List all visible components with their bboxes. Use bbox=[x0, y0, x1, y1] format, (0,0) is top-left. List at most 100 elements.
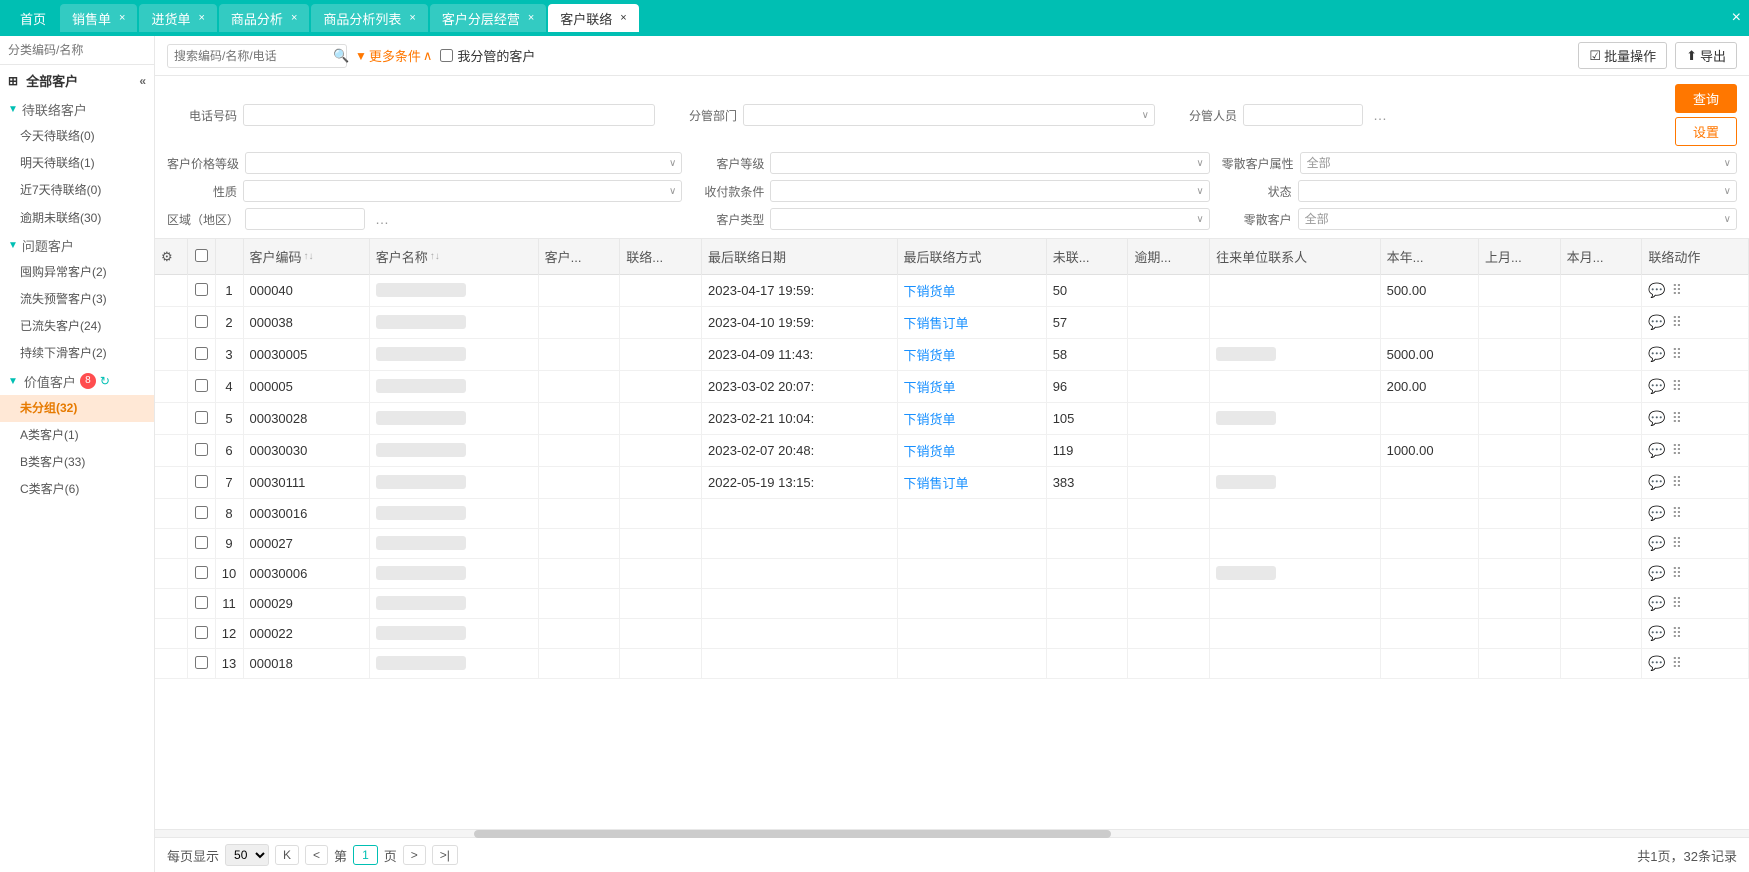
sidebar-item-7day-pending[interactable]: 近7天待联络(0) bbox=[0, 177, 154, 204]
filter-status-select[interactable] bbox=[1298, 180, 1737, 202]
sidebar-item-b-class[interactable]: B类客户(33) bbox=[0, 449, 154, 476]
filter-customer-level-select[interactable] bbox=[770, 152, 1209, 174]
scrollbar-thumb[interactable] bbox=[474, 830, 1112, 838]
tab-goods-analysis[interactable]: 商品分析 × bbox=[219, 4, 309, 32]
last-method-link[interactable]: 下销货单 bbox=[904, 412, 956, 427]
prev-page-button[interactable]: < bbox=[305, 845, 328, 865]
row-checkbox[interactable] bbox=[195, 536, 208, 549]
sidebar-search-input[interactable] bbox=[8, 43, 155, 57]
filter-retail-customer-select[interactable]: 全部 bbox=[1298, 208, 1737, 230]
phone-action-icon[interactable]: 💬 bbox=[1648, 655, 1665, 672]
more-action-icon[interactable]: ⠿ bbox=[1672, 314, 1682, 331]
tab-purchase[interactable]: 进货单 × bbox=[139, 4, 216, 32]
code-sort[interactable]: 客户编码 ↑↓ bbox=[250, 247, 363, 266]
filter-staff-input[interactable] bbox=[1243, 104, 1363, 126]
row-checkbox[interactable] bbox=[195, 443, 208, 456]
sidebar-item-overdue-pending[interactable]: 逾期未联络(30) bbox=[0, 205, 154, 232]
phone-action-icon[interactable]: 💬 bbox=[1648, 442, 1665, 459]
tab-customer-tier-close[interactable]: × bbox=[528, 12, 534, 24]
row-checkbox[interactable] bbox=[195, 656, 208, 669]
filter-staff-more-icon[interactable]: … bbox=[1369, 107, 1391, 123]
more-action-icon[interactable]: ⠿ bbox=[1672, 595, 1682, 612]
filter-phone-input[interactable] bbox=[243, 104, 655, 126]
filter-retail-attr-select[interactable]: 全部 bbox=[1300, 152, 1737, 174]
sidebar-item-today-pending[interactable]: 今天待联络(0) bbox=[0, 123, 154, 150]
row-checkbox[interactable] bbox=[195, 411, 208, 424]
filter-payment-select[interactable] bbox=[770, 180, 1209, 202]
value-group-header[interactable]: ▼ 价值客户 8 ↻ bbox=[0, 368, 154, 395]
tab-goods-list[interactable]: 商品分析列表 × bbox=[311, 4, 427, 32]
last-method-link[interactable]: 下销货单 bbox=[904, 380, 956, 395]
row-checkbox[interactable] bbox=[195, 315, 208, 328]
phone-action-icon[interactable]: 💬 bbox=[1648, 410, 1665, 427]
more-action-icon[interactable]: ⠿ bbox=[1672, 474, 1682, 491]
last-method-link[interactable]: 下销售订单 bbox=[904, 316, 969, 331]
phone-action-icon[interactable]: 💬 bbox=[1648, 625, 1665, 642]
batch-ops-button[interactable]: ☑ 批量操作 bbox=[1578, 42, 1667, 69]
more-action-icon[interactable]: ⠿ bbox=[1672, 410, 1682, 427]
tab-customer-contact[interactable]: 客户联络 × bbox=[548, 4, 638, 32]
horizontal-scrollbar[interactable] bbox=[155, 829, 1749, 837]
value-refresh-icon[interactable]: ↻ bbox=[100, 374, 110, 388]
reset-button[interactable]: 设置 bbox=[1675, 117, 1737, 146]
first-page-button[interactable]: K bbox=[275, 845, 299, 865]
row-checkbox[interactable] bbox=[195, 566, 208, 579]
more-action-icon[interactable]: ⠿ bbox=[1672, 625, 1682, 642]
filter-region-more-icon[interactable]: … bbox=[371, 211, 393, 227]
phone-action-icon[interactable]: 💬 bbox=[1648, 565, 1665, 582]
phone-action-icon[interactable]: 💬 bbox=[1648, 535, 1665, 552]
phone-action-icon[interactable]: 💬 bbox=[1648, 505, 1665, 522]
tab-goods-analysis-close[interactable]: × bbox=[291, 12, 297, 24]
filter-price-level-select[interactable] bbox=[245, 152, 682, 174]
row-checkbox[interactable] bbox=[195, 283, 208, 296]
phone-action-icon[interactable]: 💬 bbox=[1648, 346, 1665, 363]
name-sort[interactable]: 客户名称 ↑↓ bbox=[376, 247, 532, 266]
sidebar-item-declining[interactable]: 持续下滑客户(2) bbox=[0, 340, 154, 367]
row-checkbox[interactable] bbox=[195, 596, 208, 609]
export-button[interactable]: ⬆ 导出 bbox=[1675, 42, 1737, 69]
phone-action-icon[interactable]: 💬 bbox=[1648, 314, 1665, 331]
row-checkbox[interactable] bbox=[195, 379, 208, 392]
phone-action-icon[interactable]: 💬 bbox=[1648, 378, 1665, 395]
sidebar-item-churned[interactable]: 已流失客户(24) bbox=[0, 313, 154, 340]
toolbar-search-icon[interactable]: 🔍 bbox=[333, 48, 349, 64]
more-action-icon[interactable]: ⠿ bbox=[1672, 346, 1682, 363]
sidebar-item-churn-warning[interactable]: 流失预警客户(3) bbox=[0, 286, 154, 313]
more-conditions-button[interactable]: ▼ 更多条件 ∧ bbox=[355, 46, 432, 65]
settings-icon[interactable]: ⚙ bbox=[161, 249, 173, 264]
row-checkbox[interactable] bbox=[195, 347, 208, 360]
all-customers-header[interactable]: ⊞ 全部客户 « bbox=[0, 65, 154, 96]
my-customers-checkbox[interactable] bbox=[440, 49, 453, 62]
sidebar-item-ungroup[interactable]: 未分组(32) bbox=[0, 395, 154, 422]
row-checkbox[interactable] bbox=[195, 506, 208, 519]
select-all-checkbox[interactable] bbox=[195, 249, 208, 262]
tab-goods-list-close[interactable]: × bbox=[409, 12, 415, 24]
problem-group-header[interactable]: ▼ 问题客户 bbox=[0, 232, 154, 259]
tab-home[interactable]: 首页 bbox=[8, 4, 58, 32]
phone-action-icon[interactable]: 💬 bbox=[1648, 595, 1665, 612]
last-method-link[interactable]: 下销货单 bbox=[904, 284, 956, 299]
toolbar-search-input[interactable] bbox=[174, 49, 329, 63]
tab-sales[interactable]: 销售单 × bbox=[60, 4, 137, 32]
phone-action-icon[interactable]: 💬 bbox=[1648, 282, 1665, 299]
tab-purchase-close[interactable]: × bbox=[198, 12, 204, 24]
filter-region-input[interactable] bbox=[245, 208, 365, 230]
col-settings[interactable]: ⚙ bbox=[155, 239, 187, 275]
tab-customer-contact-close[interactable]: × bbox=[620, 12, 626, 24]
next-page-button[interactable]: > bbox=[403, 845, 426, 865]
more-action-icon[interactable]: ⠿ bbox=[1672, 282, 1682, 299]
sidebar-item-abnormal[interactable]: 囤购异常客户(2) bbox=[0, 259, 154, 286]
query-button[interactable]: 查询 bbox=[1675, 84, 1737, 113]
more-action-icon[interactable]: ⠿ bbox=[1672, 442, 1682, 459]
sidebar-item-a-class[interactable]: A类客户(1) bbox=[0, 422, 154, 449]
more-action-icon[interactable]: ⠿ bbox=[1672, 565, 1682, 582]
row-checkbox[interactable] bbox=[195, 626, 208, 639]
more-action-icon[interactable]: ⠿ bbox=[1672, 535, 1682, 552]
filter-gender-select[interactable] bbox=[243, 180, 682, 202]
sidebar-item-tomorrow-pending[interactable]: 明天待联络(1) bbox=[0, 150, 154, 177]
filter-customer-type-select[interactable] bbox=[770, 208, 1209, 230]
sidebar-collapse-icon[interactable]: « bbox=[139, 74, 146, 88]
tab-sales-close[interactable]: × bbox=[119, 12, 125, 24]
page-size-select[interactable]: 50 bbox=[225, 844, 269, 866]
more-action-icon[interactable]: ⠿ bbox=[1672, 655, 1682, 672]
